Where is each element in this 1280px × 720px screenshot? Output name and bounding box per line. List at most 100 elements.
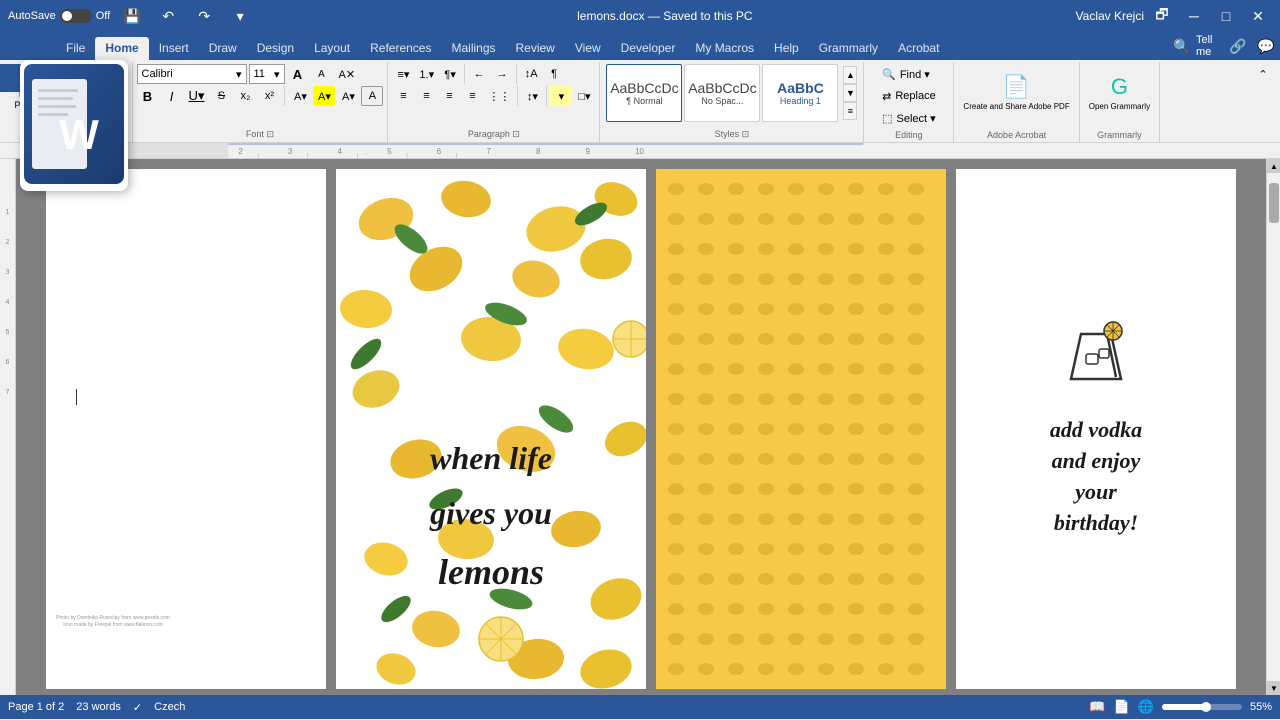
numbering-btn[interactable]: 1.▾: [415, 64, 438, 84]
minimize-icon[interactable]: ─: [1180, 2, 1208, 30]
font-dialog-btn[interactable]: ⊡: [266, 129, 274, 139]
scrollbar[interactable]: ▲ ▼: [1266, 159, 1280, 695]
autosave-state: Off: [96, 10, 110, 22]
shading-btn[interactable]: ▾: [550, 86, 572, 106]
scroll-thumb[interactable]: [1269, 183, 1279, 223]
align-left-btn[interactable]: ≡: [392, 86, 414, 106]
tab-macros[interactable]: My Macros: [685, 37, 764, 60]
tab-file[interactable]: File: [56, 37, 95, 60]
zoom-level[interactable]: 55%: [1250, 701, 1272, 713]
clear-format-btn[interactable]: A✕: [335, 64, 360, 84]
language[interactable]: Czech: [154, 701, 185, 713]
font-name-input[interactable]: Calibri ▾: [137, 64, 247, 84]
share-icon[interactable]: 🔗: [1224, 32, 1252, 60]
select-button[interactable]: ⬚ Select ▾: [876, 108, 942, 128]
page-yellow-dots[interactable]: [656, 169, 946, 689]
tab-mailings[interactable]: Mailings: [441, 37, 505, 60]
autosave-toggle[interactable]: [60, 9, 92, 23]
underline-button[interactable]: U▾: [185, 86, 209, 106]
italic-button[interactable]: I: [161, 86, 183, 106]
styles-dialog-btn[interactable]: ⊡: [742, 129, 750, 139]
columns-btn[interactable]: ⋮⋮: [484, 86, 514, 106]
collapse-icon[interactable]: ⌃: [1252, 64, 1274, 84]
tab-help[interactable]: Help: [764, 37, 809, 60]
restore-icon[interactable]: 🗗: [1148, 2, 1176, 30]
sort-btn[interactable]: ↕A: [520, 64, 542, 84]
font-size-grow-btn[interactable]: A: [287, 64, 309, 84]
style-heading1[interactable]: AaBbC Heading 1: [762, 64, 838, 122]
tab-grammarly[interactable]: Grammarly: [809, 37, 888, 60]
superscript-btn[interactable]: x²: [258, 86, 280, 106]
page-vodka-text[interactable]: add vodka and enjoy your birthday!: [956, 169, 1236, 689]
font-color-btn[interactable]: A▾: [289, 86, 311, 106]
highlight-btn[interactable]: A▾: [313, 86, 335, 106]
align-right-btn[interactable]: ≡: [438, 86, 460, 106]
close-icon[interactable]: ✕: [1244, 2, 1272, 30]
save-icon[interactable]: 💾: [118, 2, 146, 30]
scroll-up-btn[interactable]: ▲: [1267, 159, 1280, 173]
justify-btn[interactable]: ≡: [461, 86, 483, 106]
view-print-btn[interactable]: 📄: [1114, 699, 1130, 715]
view-read-btn[interactable]: 📖: [1089, 699, 1105, 715]
bullets-btn[interactable]: ≡▾: [392, 64, 414, 84]
document-canvas[interactable]: Photo by Dominika Roseclay from www.pexe…: [16, 159, 1266, 695]
select-icon: ⬚: [882, 112, 892, 125]
tab-insert[interactable]: Insert: [149, 37, 199, 60]
scroll-down-btn[interactable]: ▼: [1267, 681, 1280, 695]
tab-view[interactable]: View: [565, 37, 611, 60]
page-lemon-image[interactable]: when life gives you lemons: [336, 169, 646, 689]
group-adobe: 📄 Create and Share Adobe PDF Adobe Acrob…: [954, 62, 1079, 142]
indent-increase-btn[interactable]: →: [491, 64, 513, 84]
style-no-spacing[interactable]: AaBbCcDc No Spac...: [684, 64, 760, 122]
tab-design[interactable]: Design: [247, 37, 304, 60]
indent-decrease-btn[interactable]: ←: [468, 64, 490, 84]
multilevel-btn[interactable]: ¶▾: [439, 64, 461, 84]
tab-developer[interactable]: Developer: [611, 37, 686, 60]
char-border-btn[interactable]: A: [361, 86, 383, 106]
adobe-create-btn[interactable]: 📄 Create and Share Adobe PDF: [958, 64, 1074, 120]
char-shade-btn[interactable]: A▾: [337, 86, 359, 106]
tab-draw[interactable]: Draw: [199, 37, 247, 60]
borders-btn[interactable]: □▾: [573, 86, 595, 106]
font-size-input[interactable]: 11 ▾: [249, 64, 285, 84]
undo-icon[interactable]: ↶: [154, 2, 182, 30]
show-marks-btn[interactable]: ¶: [543, 64, 565, 84]
maximize-icon[interactable]: □: [1212, 2, 1240, 30]
replace-button[interactable]: ⇄ Replace: [876, 86, 942, 106]
tab-review[interactable]: Review: [506, 37, 565, 60]
styles-scroll-down[interactable]: ▼: [843, 84, 857, 102]
filename: lemons.docx: [577, 9, 644, 23]
bold-button[interactable]: B: [137, 86, 159, 106]
tell-me-btn[interactable]: Tell me: [1196, 32, 1224, 60]
spelling-check-icon[interactable]: ✓: [133, 701, 142, 714]
comment-icon[interactable]: 💬: [1252, 32, 1280, 60]
tab-references[interactable]: References: [360, 37, 441, 60]
grammarly-open-btn[interactable]: G Open Grammarly: [1084, 64, 1155, 120]
ribbon-search-icon[interactable]: 🔍: [1168, 32, 1196, 60]
ribbon-collapse-btn[interactable]: ⌃: [1250, 62, 1276, 142]
zoom-thumb[interactable]: [1201, 702, 1211, 712]
tab-home[interactable]: Home: [95, 37, 148, 60]
view-web-btn[interactable]: 🌐: [1138, 699, 1154, 715]
word-app-logo: W: [20, 60, 128, 191]
line-spacing-btn[interactable]: ↕▾: [521, 86, 543, 106]
tab-layout[interactable]: Layout: [304, 37, 360, 60]
subscript-btn[interactable]: x₂: [234, 86, 256, 106]
find-button[interactable]: 🔍 Find ▾: [876, 64, 942, 84]
page-1-blank[interactable]: Photo by Dominika Roseclay from www.pexe…: [46, 169, 326, 689]
autosave-knob: [62, 11, 72, 21]
ribbon: 📋 Paste ✂ Cut ⎘ Copy 🖌 Format Painter Cl…: [0, 60, 1280, 143]
styles-scroll-up[interactable]: ▲: [843, 66, 857, 84]
align-center-btn[interactable]: ≡: [415, 86, 437, 106]
group-styles: AaBbCcDc ¶ Normal AaBbCcDc No Spac... Aa…: [600, 62, 864, 142]
styles-scroll-more[interactable]: ≡: [843, 102, 857, 120]
style-normal[interactable]: AaBbCcDc ¶ Normal: [606, 64, 682, 122]
title-filename: lemons.docx — Saved to this PC: [254, 9, 1075, 23]
redo-icon[interactable]: ↷: [190, 2, 218, 30]
font-size-shrink-btn[interactable]: A: [311, 64, 333, 84]
zoom-bar[interactable]: [1162, 704, 1242, 710]
quick-access-more[interactable]: ▾: [226, 2, 254, 30]
strikethrough-btn[interactable]: S: [210, 86, 232, 106]
para-dialog-btn[interactable]: ⊡: [512, 129, 520, 139]
tab-acrobat[interactable]: Acrobat: [888, 37, 949, 60]
